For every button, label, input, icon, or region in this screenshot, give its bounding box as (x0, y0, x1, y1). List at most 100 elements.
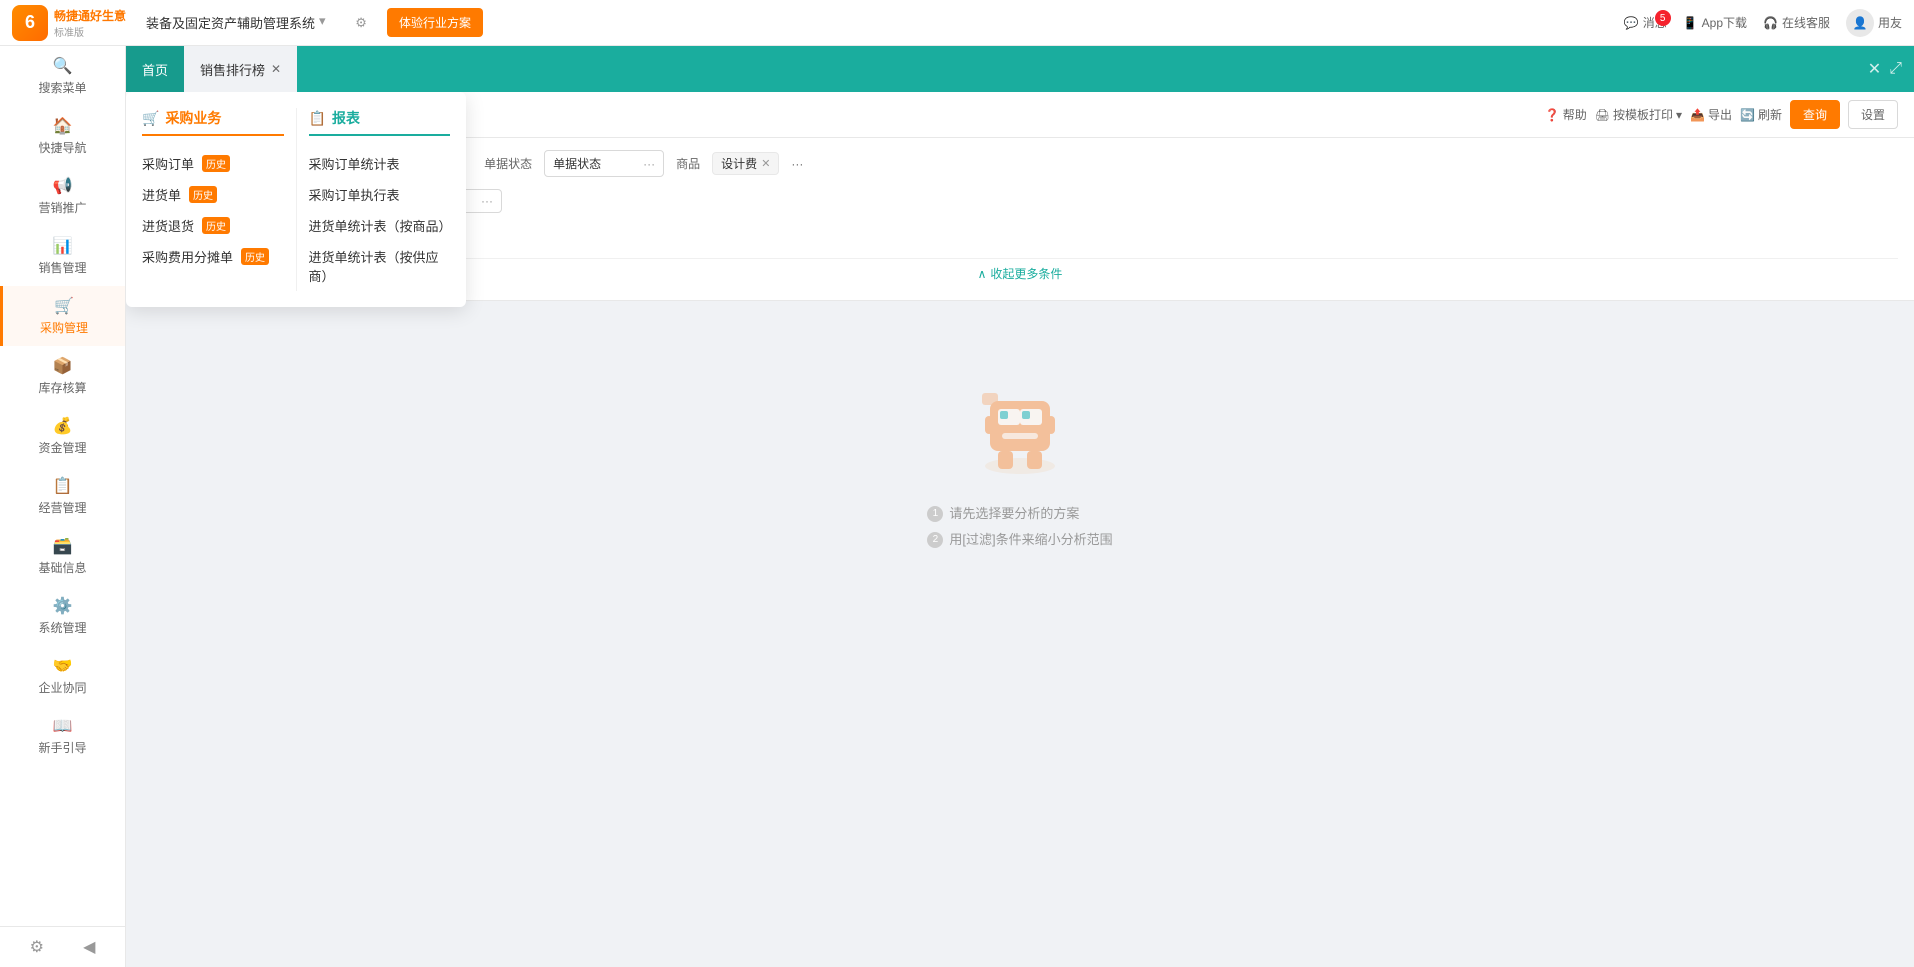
sidebar-item-cooperation[interactable]: 🤝 企业协同 (0, 646, 125, 706)
database-icon: 🗃️ (53, 536, 73, 556)
app-download-action[interactable]: 📱 App下载 (1683, 14, 1747, 31)
refresh-label: 刷新 (1758, 106, 1782, 123)
money-icon: 💰 (53, 416, 73, 436)
logo-line2: 标准版 (54, 24, 126, 39)
bottom-settings-icon[interactable]: ⚙ (30, 937, 44, 957)
refresh-icon: 🔄 (1740, 108, 1755, 122)
robot-svg (960, 381, 1080, 481)
product-label: 商品 (676, 155, 700, 172)
tab-sales-rank[interactable]: 销售排行榜 ✕ (184, 46, 297, 92)
report-section-title: 📋 报表 (309, 108, 451, 136)
dropdown-arrow-icon[interactable]: ▾ (319, 13, 339, 33)
sidebar-item-inventory-label: 库存核算 (38, 379, 86, 396)
menu-item-goods-return[interactable]: 进货退货 历史 (142, 210, 284, 241)
message-badge: 5 (1655, 10, 1671, 26)
help-icon: ❓ (1545, 108, 1560, 122)
megaphone-icon: 📢 (53, 176, 73, 196)
salesperson-more-icon: ··· (481, 194, 493, 208)
page-content: ❓ 帮助 🖨 按模板打印 ▾ 📤 导出 🔄 刷新 (126, 92, 1914, 967)
industry-button[interactable]: 体验行业方案 (387, 8, 483, 37)
empty-state: 1 请先选择要分析的方案 2 用[过滤]条件来缩小分析范围 (126, 301, 1914, 633)
sidebar: 🔍 搜索菜单 🏠 快捷导航 📢 营销推广 📊 销售管理 🛒 采购管理 📦 (0, 46, 126, 967)
menu-item-purchase-expense-label: 采购费用分摊单 (142, 247, 233, 266)
settings-button[interactable]: 设置 (1848, 100, 1898, 129)
app-container: 6 畅捷通好生意 标准版 装备及固定资产辅助管理系统 ▾ ⚙ 体验行业方案 💬 … (0, 0, 1914, 967)
sidebar-item-finance[interactable]: 💰 资金管理 (0, 406, 125, 466)
menu-item-goods-receipt[interactable]: 进货单 历史 (142, 179, 284, 210)
print-dropdown-icon: ▾ (1676, 108, 1682, 122)
tab-close-icon[interactable]: ✕ (271, 62, 281, 76)
tab-close-all-icon[interactable]: ✕ (1868, 59, 1881, 79)
tab-home-label: 首页 (142, 60, 168, 79)
sidebar-item-system-label: 系统管理 (38, 619, 86, 636)
sidebar-item-system[interactable]: ⚙️ 系统管理 (0, 586, 125, 646)
sidebar-item-finance-label: 资金管理 (38, 439, 86, 456)
sidebar-item-guide-label: 新手引导 (38, 739, 86, 756)
tab-bar-right: ✕ ⤢ (1868, 59, 1914, 79)
query-button[interactable]: 查询 (1790, 100, 1840, 129)
sidebar-item-inventory[interactable]: 📦 库存核算 (0, 346, 125, 406)
collapse-more-label: 收起更多条件 (990, 265, 1062, 282)
sidebar-item-marketing[interactable]: 📢 营销推广 (0, 166, 125, 226)
hist-badge-purchase-order: 历史 (202, 155, 230, 172)
sidebar-item-sales-label: 销售管理 (38, 259, 86, 276)
main-area: 🔍 搜索菜单 🏠 快捷导航 📢 营销推广 📊 销售管理 🛒 采购管理 📦 (0, 46, 1914, 967)
menu-item-goods-stat-supplier[interactable]: 进货单统计表（按供应商） (309, 241, 451, 291)
sidebar-item-sales[interactable]: 📊 销售管理 (0, 226, 125, 286)
sidebar-item-search[interactable]: 🔍 搜索菜单 (0, 46, 125, 106)
user-action[interactable]: 👤 用友 (1846, 9, 1902, 37)
collapse-icon[interactable]: ◀ (83, 937, 95, 957)
menu-item-purchase-expense[interactable]: 采购费用分摊单 历史 (142, 241, 284, 272)
purchase-section: 🛒 采购业务 采购订单 历史 进货单 历史 进货退货 (142, 108, 284, 291)
cart-icon: 🛒 (54, 296, 74, 316)
purchase-section-label: 采购业务 (165, 108, 221, 128)
menu-item-purchase-order[interactable]: 采购订单 历史 (142, 148, 284, 179)
sidebar-item-operation[interactable]: 📋 经营管理 (0, 466, 125, 526)
menu-divider (296, 108, 297, 291)
menu-item-purchase-order-exec[interactable]: 采购订单执行表 (309, 179, 451, 210)
avatar: 👤 (1846, 9, 1874, 37)
empty-step-1: 1 请先选择要分析的方案 (927, 501, 1112, 527)
logo-icon: 6 (12, 5, 48, 41)
hist-badge-goods-return: 历史 (202, 217, 230, 234)
help-action[interactable]: ❓ 帮助 (1545, 106, 1587, 123)
print-icon: 🖨 (1595, 108, 1610, 122)
sidebar-item-nav[interactable]: 🏠 快捷导航 (0, 106, 125, 166)
settings-gear-icon[interactable]: ⚙ (347, 9, 375, 37)
sidebar-item-purchase[interactable]: 🛒 采购管理 (0, 286, 125, 346)
print-label: 按模板打印 (1613, 106, 1673, 123)
product-tag-close-icon[interactable]: ✕ (761, 157, 770, 170)
print-action[interactable]: 🖨 按模板打印 ▾ (1595, 106, 1682, 123)
refresh-action[interactable]: 🔄 刷新 (1740, 106, 1782, 123)
menu-item-goods-stat-product-label: 进货单统计表（按商品） (309, 216, 451, 235)
status-select[interactable]: 单据状态 ··· (544, 150, 664, 177)
help-label: 帮助 (1563, 106, 1587, 123)
export-action[interactable]: 📤 导出 (1690, 106, 1732, 123)
phone-icon: 📱 (1683, 16, 1698, 30)
product-tag: 设计费 ✕ (712, 152, 779, 175)
product-more-icon[interactable]: ··· (791, 157, 803, 171)
menu-item-purchase-order-stat-label: 采购订单统计表 (309, 154, 400, 173)
menu-item-purchase-order-stat[interactable]: 采购订单统计表 (309, 148, 451, 179)
tab-expand-icon[interactable]: ⤢ (1889, 60, 1902, 78)
hist-badge-goods-receipt: 历史 (189, 186, 217, 203)
menu-item-goods-stat-product[interactable]: 进货单统计表（按商品） (309, 210, 451, 241)
online-service-action[interactable]: 🎧 在线客服 (1763, 14, 1830, 31)
sidebar-item-guide[interactable]: 📖 新手引导 (0, 706, 125, 766)
search-icon: 🔍 (53, 56, 73, 76)
empty-text: 1 请先选择要分析的方案 2 用[过滤]条件来缩小分析范围 (927, 501, 1112, 553)
message-action[interactable]: 💬 消息 5 (1624, 14, 1667, 31)
sidebar-item-purchase-label: 采购管理 (40, 319, 88, 336)
sidebar-item-marketing-label: 营销推广 (38, 199, 86, 216)
step1-num: 1 (927, 506, 943, 522)
home-icon: 🏠 (53, 116, 73, 136)
sidebar-item-operation-label: 经营管理 (38, 499, 86, 516)
message-icon: 💬 (1624, 16, 1639, 30)
headset-icon: 🎧 (1763, 16, 1778, 30)
empty-step-2: 2 用[过滤]条件来缩小分析范围 (927, 527, 1112, 553)
book-icon: 📖 (53, 716, 73, 736)
tab-home[interactable]: 首页 (126, 46, 184, 92)
product-tag-text: 设计费 (721, 155, 757, 172)
sidebar-item-basic-label: 基础信息 (38, 559, 86, 576)
sidebar-item-basic[interactable]: 🗃️ 基础信息 (0, 526, 125, 586)
